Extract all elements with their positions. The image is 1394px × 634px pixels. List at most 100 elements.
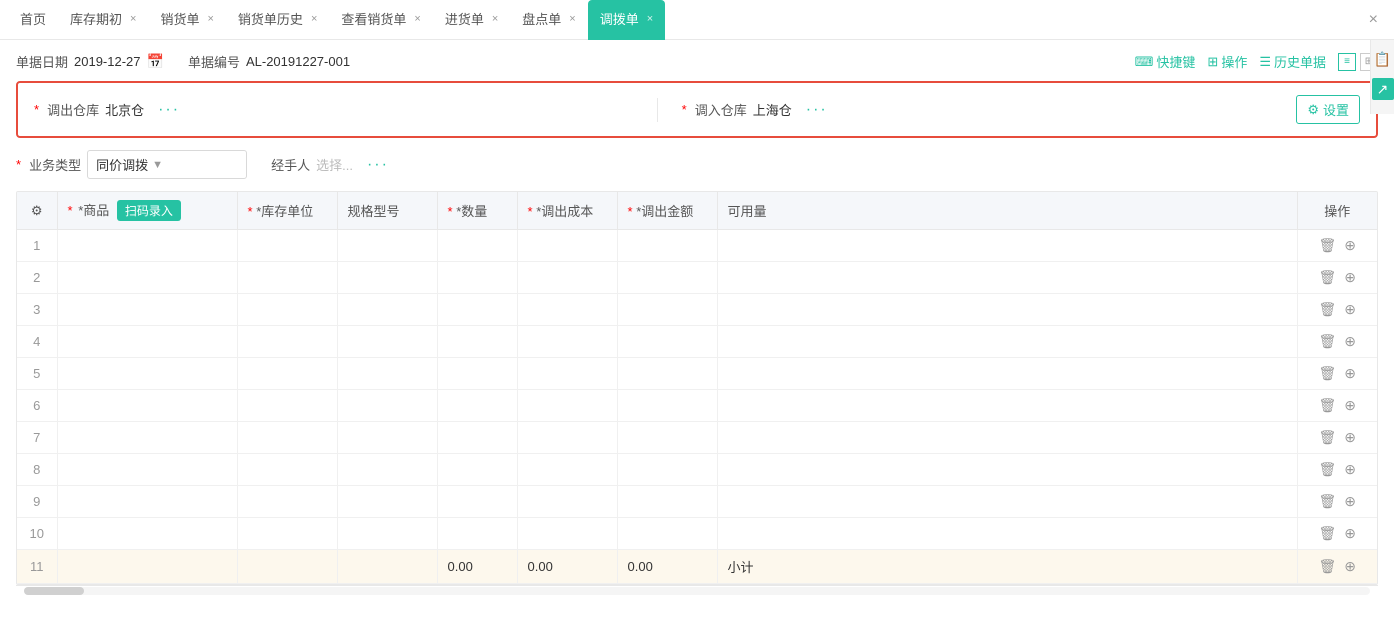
copy-row-button[interactable]: ⊕	[1344, 301, 1356, 318]
delete-row-button[interactable]: 🗑	[1318, 461, 1336, 478]
cell-unit[interactable]	[237, 486, 337, 518]
tab-close-inventory-check[interactable]: ×	[569, 13, 575, 25]
cell-cost[interactable]	[517, 262, 617, 294]
cell-cost[interactable]	[517, 422, 617, 454]
copy-row-button[interactable]: ⊕	[1344, 365, 1356, 382]
warehouse-out-value[interactable]: 北京仓	[105, 100, 144, 119]
cell-spec[interactable]	[337, 230, 437, 262]
cell-cost[interactable]	[517, 486, 617, 518]
calendar-icon[interactable]: 📅	[147, 53, 164, 70]
settings-button[interactable]: ⚙ 设置	[1296, 95, 1360, 124]
list-view-button[interactable]: ≡	[1338, 53, 1356, 71]
cell-cost[interactable]	[517, 230, 617, 262]
tab-inventory-check[interactable]: 盘点单 ×	[510, 0, 587, 40]
cell-product[interactable]	[57, 550, 237, 584]
cell-product[interactable]	[57, 454, 237, 486]
copy-row-button[interactable]: ⊕	[1344, 461, 1356, 478]
copy-row-button[interactable]: ⊕	[1344, 525, 1356, 542]
delete-row-button[interactable]: 🗑	[1318, 493, 1336, 510]
cell-product[interactable]	[57, 326, 237, 358]
tab-close-transfer[interactable]: ×	[647, 13, 653, 25]
cell-cost[interactable]: 0.00	[517, 550, 617, 584]
cell-spec[interactable]	[337, 550, 437, 584]
tab-view-sales[interactable]: 查看销货单 ×	[329, 0, 432, 40]
copy-row-button[interactable]: ⊕	[1344, 269, 1356, 286]
tab-close-view-sales[interactable]: ×	[414, 13, 420, 25]
business-type-select[interactable]: 同价调拨 ▼	[87, 150, 247, 179]
handler-more-button[interactable]: ···	[367, 156, 389, 174]
cell-unit[interactable]	[237, 294, 337, 326]
cell-unit[interactable]	[237, 518, 337, 550]
cell-product[interactable]	[57, 422, 237, 454]
cell-unit[interactable]	[237, 390, 337, 422]
delete-row-button[interactable]: 🗑	[1318, 269, 1336, 286]
cell-amount[interactable]	[617, 262, 717, 294]
scan-button[interactable]: 扫码录入	[117, 200, 181, 221]
cell-qty[interactable]	[437, 326, 517, 358]
cell-qty[interactable]	[437, 518, 517, 550]
window-close-button[interactable]: ×	[1361, 11, 1386, 29]
cell-qty[interactable]	[437, 262, 517, 294]
cell-unit[interactable]	[237, 422, 337, 454]
cell-available[interactable]	[717, 294, 1297, 326]
cell-cost[interactable]	[517, 390, 617, 422]
copy-row-button[interactable]: ⊕	[1344, 429, 1356, 446]
cell-available[interactable]	[717, 486, 1297, 518]
cell-qty[interactable]: 0.00	[437, 550, 517, 584]
cell-cost[interactable]	[517, 518, 617, 550]
cell-qty[interactable]	[437, 390, 517, 422]
copy-row-button[interactable]: ⊕	[1344, 237, 1356, 254]
tab-sales-order[interactable]: 销货单 ×	[148, 0, 225, 40]
cell-spec[interactable]	[337, 326, 437, 358]
cell-product[interactable]	[57, 294, 237, 326]
operation-button[interactable]: ⊞ 操作	[1207, 52, 1247, 71]
cell-qty[interactable]	[437, 358, 517, 390]
cell-amount[interactable]	[617, 294, 717, 326]
cell-spec[interactable]	[337, 486, 437, 518]
tab-transfer[interactable]: 调拨单 ×	[588, 0, 665, 40]
cell-spec[interactable]	[337, 422, 437, 454]
cell-available[interactable]	[717, 422, 1297, 454]
tab-close-inventory-init[interactable]: ×	[130, 13, 136, 25]
cell-unit[interactable]	[237, 230, 337, 262]
cell-product[interactable]	[57, 518, 237, 550]
cell-product[interactable]	[57, 262, 237, 294]
delete-row-button[interactable]: 🗑	[1318, 429, 1336, 446]
cell-amount[interactable]	[617, 486, 717, 518]
warehouse-in-more-button[interactable]: ···	[806, 101, 828, 119]
sidebar-doc-icon[interactable]: 📋	[1372, 48, 1394, 70]
delete-row-button[interactable]: 🗑	[1318, 237, 1336, 254]
cell-cost[interactable]	[517, 326, 617, 358]
delete-row-button[interactable]: 🗑	[1318, 365, 1336, 382]
cell-available[interactable]	[717, 454, 1297, 486]
cell-amount[interactable]	[617, 326, 717, 358]
delete-row-button[interactable]: 🗑	[1318, 301, 1336, 318]
cell-qty[interactable]	[437, 422, 517, 454]
tab-inventory-init[interactable]: 库存期初 ×	[58, 0, 148, 40]
cell-available[interactable]	[717, 518, 1297, 550]
history-button[interactable]: ☰ 历史单据	[1259, 52, 1326, 71]
cell-available[interactable]	[717, 358, 1297, 390]
delete-row-button[interactable]: 🗑	[1318, 397, 1336, 414]
cell-cost[interactable]	[517, 358, 617, 390]
cell-unit[interactable]	[237, 454, 337, 486]
copy-row-button[interactable]: ⊕	[1344, 397, 1356, 414]
cell-available[interactable]	[717, 326, 1297, 358]
cell-available[interactable]	[717, 262, 1297, 294]
cell-amount[interactable]	[617, 422, 717, 454]
copy-row-button[interactable]: ⊕	[1344, 558, 1356, 575]
cell-qty[interactable]	[437, 454, 517, 486]
scrollbar-thumb[interactable]	[24, 587, 84, 595]
tab-close-sales-order[interactable]: ×	[207, 13, 213, 25]
cell-available[interactable]: 小计	[717, 550, 1297, 584]
tab-sales-history[interactable]: 销货单历史 ×	[226, 0, 329, 40]
cell-spec[interactable]	[337, 294, 437, 326]
cell-unit[interactable]	[237, 326, 337, 358]
cell-product[interactable]	[57, 390, 237, 422]
copy-row-button[interactable]: ⊕	[1344, 333, 1356, 350]
cell-spec[interactable]	[337, 358, 437, 390]
copy-row-button[interactable]: ⊕	[1344, 493, 1356, 510]
cell-unit[interactable]	[237, 550, 337, 584]
delete-row-button[interactable]: 🗑	[1318, 558, 1336, 575]
cell-unit[interactable]	[237, 262, 337, 294]
